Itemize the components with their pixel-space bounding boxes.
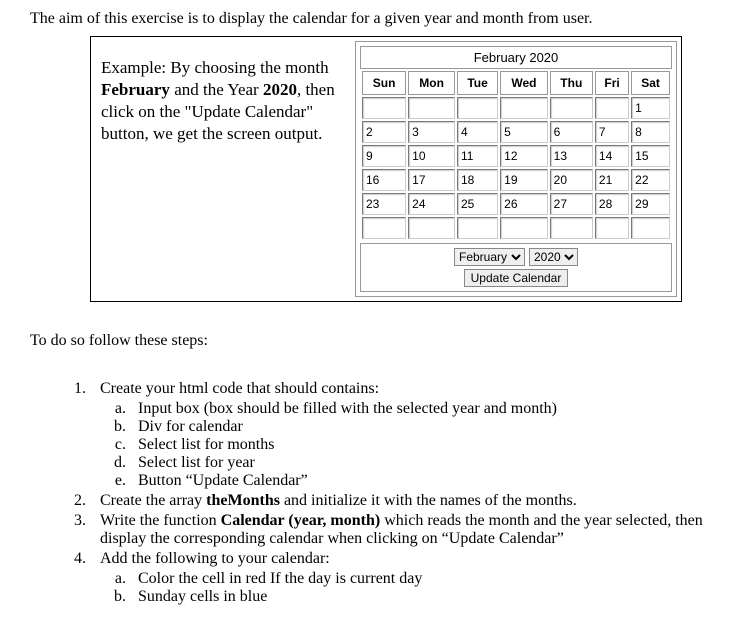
example-text: Example: By choosing the month February … <box>91 37 351 301</box>
calendar-cell: 17 <box>408 169 455 191</box>
step-text: Add the following to your calendar: <box>100 550 330 567</box>
calendar-cell: 15 <box>631 145 670 167</box>
calendar-cell: 23 <box>362 193 406 215</box>
steps-intro: To do so follow these steps: <box>30 332 722 350</box>
calendar-cell <box>408 97 455 119</box>
calendar-cell <box>631 217 670 239</box>
step-1b: Div for calendar <box>130 418 722 436</box>
calendar-cell: 21 <box>595 169 629 191</box>
calendar-cell: 7 <box>595 121 629 143</box>
calendar-cell: 3 <box>408 121 455 143</box>
step-text: Create the array <box>100 492 206 509</box>
calendar-cell: 6 <box>550 121 593 143</box>
calendar-cell <box>457 97 498 119</box>
calendar-cell: 9 <box>362 145 406 167</box>
calendar-cell: 11 <box>457 145 498 167</box>
day-header: Wed <box>500 71 547 95</box>
calendar-cell <box>595 97 629 119</box>
day-header: Tue <box>457 71 498 95</box>
calendar-cell: 2 <box>362 121 406 143</box>
calendar-cell: 5 <box>500 121 547 143</box>
step-1d: Select list for year <box>130 454 722 472</box>
day-header: Sat <box>631 71 670 95</box>
calendar-cell: 27 <box>550 193 593 215</box>
calendar-cell: 20 <box>550 169 593 191</box>
calendar-cell: 13 <box>550 145 593 167</box>
day-header: Sun <box>362 71 406 95</box>
calendar-cell: 1 <box>631 97 670 119</box>
example-box: Example: By choosing the month February … <box>90 36 682 302</box>
calendar-cell <box>595 217 629 239</box>
step-1-sublist: Input box (box should be filled with the… <box>100 400 722 490</box>
calendar-panel: February 2020 Sun Mon Tue Wed Thu Fri Sa… <box>355 41 677 297</box>
exercise-intro: The aim of this exercise is to display t… <box>30 10 722 28</box>
step-4b: Sunday cells in blue <box>130 588 722 606</box>
example-bold-year: 2020 <box>263 80 297 99</box>
calendar-cell: 19 <box>500 169 547 191</box>
step-bold: theMonths <box>206 492 280 509</box>
calendar-cell: 16 <box>362 169 406 191</box>
step-2: Create the array theMonths and initializ… <box>90 492 722 510</box>
calendar-row: 2345678 <box>362 121 670 143</box>
update-calendar-button[interactable]: Update Calendar <box>464 269 569 287</box>
calendar-cell <box>408 217 455 239</box>
example-text-part: and the Year <box>170 80 263 99</box>
example-text-part: Example: By choosing the month <box>101 58 329 77</box>
month-select[interactable]: February <box>454 248 525 266</box>
calendar-cell: 12 <box>500 145 547 167</box>
day-header: Mon <box>408 71 455 95</box>
step-4-sublist: Color the cell in red If the day is curr… <box>100 570 722 606</box>
calendar-cell: 28 <box>595 193 629 215</box>
steps-list: Create your html code that should contai… <box>30 380 722 606</box>
calendar-cell <box>362 97 406 119</box>
calendar-cell: 25 <box>457 193 498 215</box>
calendar-cell <box>550 97 593 119</box>
calendar-row <box>362 217 670 239</box>
calendar-cell: 29 <box>631 193 670 215</box>
year-select[interactable]: 2020 <box>529 248 578 266</box>
step-text: Write the function <box>100 512 221 529</box>
calendar-row: 1 <box>362 97 670 119</box>
step-4a: Color the cell in red If the day is curr… <box>130 570 722 588</box>
calendar-title: February 2020 <box>360 46 672 69</box>
calendar-cell <box>500 217 547 239</box>
calendar-header-row: Sun Mon Tue Wed Thu Fri Sat <box>362 71 670 95</box>
calendar-cell <box>550 217 593 239</box>
calendar-cell: 10 <box>408 145 455 167</box>
step-1e: Button “Update Calendar” <box>130 472 722 490</box>
calendar-cell: 8 <box>631 121 670 143</box>
calendar-cell <box>500 97 547 119</box>
calendar-table: Sun Mon Tue Wed Thu Fri Sat 123456789101… <box>360 69 672 241</box>
calendar-cell: 26 <box>500 193 547 215</box>
example-bold-month: February <box>101 80 170 99</box>
calendar-cell: 14 <box>595 145 629 167</box>
step-4: Add the following to your calendar: Colo… <box>90 550 722 606</box>
day-header: Fri <box>595 71 629 95</box>
calendar-cell: 24 <box>408 193 455 215</box>
step-1: Create your html code that should contai… <box>90 380 722 490</box>
step-bold: Calendar (year, month) <box>221 512 381 529</box>
calendar-cell: 4 <box>457 121 498 143</box>
step-1c: Select list for months <box>130 436 722 454</box>
step-text: and initialize it with the names of the … <box>280 492 577 509</box>
calendar-cell: 22 <box>631 169 670 191</box>
step-text: Create your html code that should contai… <box>100 380 379 397</box>
step-1a: Input box (box should be filled with the… <box>130 400 722 418</box>
step-3: Write the function Calendar (year, month… <box>90 512 722 548</box>
calendar-row: 16171819202122 <box>362 169 670 191</box>
calendar-cell <box>457 217 498 239</box>
calendar-cell <box>362 217 406 239</box>
day-header: Thu <box>550 71 593 95</box>
calendar-row: 23242526272829 <box>362 193 670 215</box>
calendar-row: 9101112131415 <box>362 145 670 167</box>
calendar-cell: 18 <box>457 169 498 191</box>
calendar-controls: February 2020 Update Calendar <box>360 243 672 292</box>
